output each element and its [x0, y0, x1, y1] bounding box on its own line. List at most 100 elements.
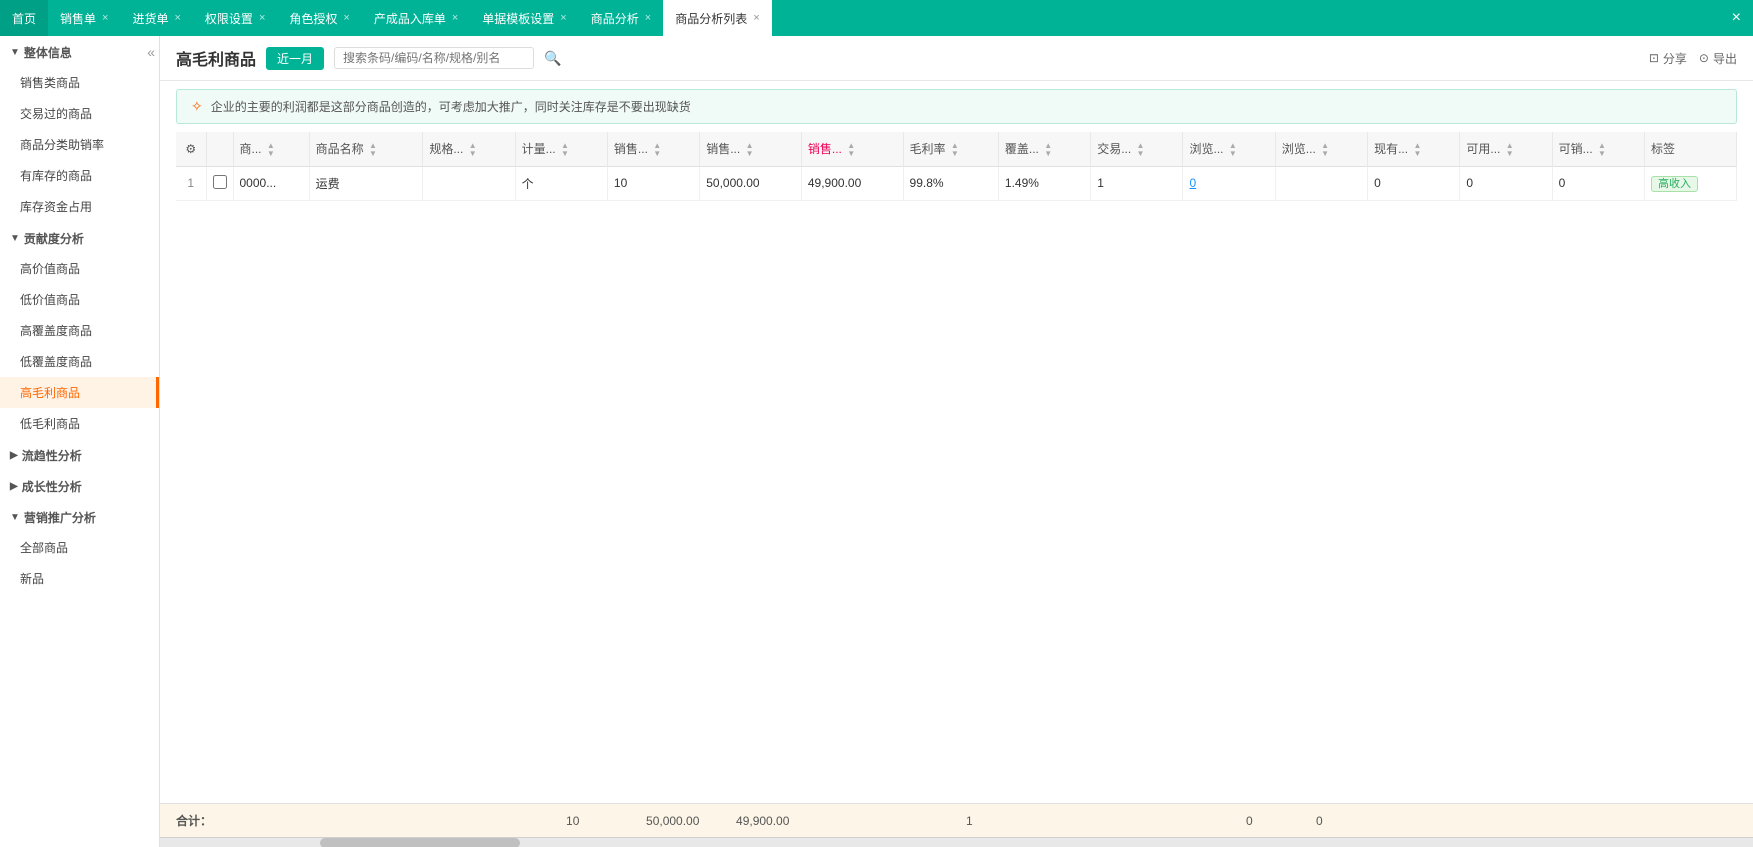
- sidebar-item-low-gross[interactable]: 低毛利商品: [0, 408, 159, 439]
- col-settings[interactable]: ⚙: [176, 132, 206, 166]
- col-coverage[interactable]: 覆盖... ▲▼: [998, 132, 1090, 166]
- nav-purchase[interactable]: 进货单 ×: [120, 0, 192, 36]
- row-stock: 0: [1368, 166, 1460, 200]
- content-area: 高毛利商品 近一月 🔍 ⊡ 分享 ⊙ 导出 ✧ 企业的主要的利润都是这部分商品创…: [160, 36, 1753, 847]
- col-name[interactable]: 商品名称 ▲▼: [309, 132, 423, 166]
- col-gross-margin[interactable]: 毛利率 ▲▼: [903, 132, 998, 166]
- nav-close-product-analysis-list[interactable]: ×: [753, 12, 759, 24]
- filter-recent-month-button[interactable]: 近一月: [266, 47, 324, 70]
- nav-close-template[interactable]: ×: [560, 12, 566, 24]
- export-button[interactable]: ⊙ 导出: [1699, 50, 1737, 67]
- sidebar-item-traded-goods[interactable]: 交易过的商品: [0, 98, 159, 129]
- sort-icon: ▲▼: [561, 142, 569, 158]
- col-code[interactable]: 商... ▲▼: [233, 132, 309, 166]
- share-button[interactable]: ⊡ 分享: [1649, 50, 1687, 67]
- sort-icon: ▲▼: [746, 142, 754, 158]
- footer-totals: 10 50,000.00 49,900.00 1 0 0: [220, 814, 1737, 828]
- col-views2[interactable]: 浏览... ▲▼: [1275, 132, 1367, 166]
- sidebar-item-all-goods[interactable]: 全部商品: [0, 532, 159, 563]
- col-saleable[interactable]: 可销... ▲▼: [1552, 132, 1644, 166]
- scrollbar-thumb[interactable]: [320, 838, 520, 847]
- sort-icon: ▲▼: [1598, 142, 1606, 158]
- nav-sales[interactable]: 销售单 ×: [48, 0, 120, 36]
- nav-close-roles[interactable]: ×: [343, 12, 349, 24]
- sidebar-item-high-coverage[interactable]: 高覆盖度商品: [0, 315, 159, 346]
- col-sale-profit[interactable]: 销售... ▲▼: [801, 132, 903, 166]
- nav-home[interactable]: 首页: [0, 0, 48, 36]
- col-available[interactable]: 可用... ▲▼: [1460, 132, 1552, 166]
- arrow-icon: ▼: [10, 47, 20, 58]
- header-actions: ⊡ 分享 ⊙ 导出: [1649, 50, 1737, 67]
- sidebar-item-high-value[interactable]: 高价值商品: [0, 253, 159, 284]
- sort-icon: ▲▼: [653, 142, 661, 158]
- search-input[interactable]: [334, 47, 534, 69]
- nav-close-product-inbound[interactable]: ×: [452, 12, 458, 24]
- col-transactions[interactable]: 交易... ▲▼: [1091, 132, 1183, 166]
- nav-close-all-button[interactable]: ×: [1720, 9, 1753, 27]
- nav-close-product-analysis[interactable]: ×: [645, 12, 651, 24]
- page-title: 高毛利商品: [176, 46, 256, 70]
- col-stock[interactable]: 现有... ▲▼: [1368, 132, 1460, 166]
- sidebar-group-growth[interactable]: ▶ 成长性分析: [0, 470, 159, 501]
- col-sale-amt[interactable]: 销售... ▲▼: [700, 132, 802, 166]
- sort-icon: ▲▼: [1413, 142, 1421, 158]
- sidebar-item-low-coverage[interactable]: 低覆盖度商品: [0, 346, 159, 377]
- sort-icon: ▲▼: [1137, 142, 1145, 158]
- sidebar-item-new-goods[interactable]: 新品: [0, 563, 159, 594]
- sidebar: « ▼ 整体信息 销售类商品 交易过的商品 商品分类助销率 有库存的商品 库存资…: [0, 36, 160, 847]
- nav-product-inbound[interactable]: 产成品入库单 ×: [362, 0, 470, 36]
- nav-permissions[interactable]: 权限设置 ×: [193, 0, 277, 36]
- sidebar-item-high-gross[interactable]: 高毛利商品: [0, 377, 159, 408]
- row-gross-margin: 99.8%: [903, 166, 998, 200]
- col-sale-qty[interactable]: 销售... ▲▼: [607, 132, 699, 166]
- sidebar-item-stock-fund[interactable]: 库存资金占用: [0, 191, 159, 222]
- row-sale-qty: 10: [607, 166, 699, 200]
- col-unit[interactable]: 计量... ▲▼: [515, 132, 607, 166]
- sidebar-group-trend[interactable]: ▶ 流趋性分析: [0, 439, 159, 470]
- footer-available: 0: [1240, 814, 1310, 828]
- arrow-icon: ▶: [10, 481, 18, 492]
- footer-sale-profit: 49,900.00: [730, 814, 820, 828]
- col-spec[interactable]: 规格... ▲▼: [423, 132, 515, 166]
- arrow-icon: ▼: [10, 512, 20, 523]
- footer-sale-qty: 10: [560, 814, 640, 828]
- sort-icon: ▲▼: [469, 142, 477, 158]
- col-tag: 标签: [1644, 132, 1736, 166]
- sidebar-item-category-rate[interactable]: 商品分类助销率: [0, 129, 159, 160]
- sidebar-collapse-button[interactable]: «: [147, 44, 155, 60]
- sort-icon: ▲▼: [951, 142, 959, 158]
- nav-template[interactable]: 单据模板设置 ×: [470, 0, 578, 36]
- nav-close-permissions[interactable]: ×: [259, 12, 265, 24]
- sidebar-item-in-stock[interactable]: 有库存的商品: [0, 160, 159, 191]
- info-banner: ✧ 企业的主要的利润都是这部分商品创造的，可考虑加大推广，同时关注库存是不要出现…: [176, 89, 1737, 124]
- nav-roles[interactable]: 角色授权 ×: [277, 0, 361, 36]
- footer-bar: 合计： 10 50,000.00 49,900.00 1 0 0: [160, 803, 1753, 837]
- top-navigation: 首页 销售单 × 进货单 × 权限设置 × 角色授权 × 产成品入库单 × 单据…: [0, 0, 1753, 36]
- nav-product-analysis[interactable]: 商品分析 ×: [579, 0, 663, 36]
- nav-close-sales[interactable]: ×: [102, 12, 108, 24]
- sidebar-group-contribution[interactable]: ▼ 贡献度分析: [0, 222, 159, 253]
- sidebar-item-low-value[interactable]: 低价值商品: [0, 284, 159, 315]
- sidebar-item-sales-goods[interactable]: 销售类商品: [0, 67, 159, 98]
- sort-icon: ▲▼: [1229, 142, 1237, 158]
- row-checkbox[interactable]: [213, 175, 227, 189]
- sort-icon: ▲▼: [1506, 142, 1514, 158]
- row-index: 1: [176, 166, 206, 200]
- row-views1[interactable]: 0: [1183, 166, 1275, 200]
- search-button[interactable]: 🔍: [544, 50, 561, 67]
- main-layout: « ▼ 整体信息 销售类商品 交易过的商品 商品分类助销率 有库存的商品 库存资…: [0, 36, 1753, 847]
- table-header-row: ⚙ 商... ▲▼ 商品名称 ▲▼ 规格... ▲▼: [176, 132, 1737, 166]
- nav-close-purchase[interactable]: ×: [174, 12, 180, 24]
- horizontal-scrollbar[interactable]: [160, 837, 1753, 847]
- share-icon: ⊡: [1649, 51, 1659, 65]
- sidebar-group-marketing[interactable]: ▼ 营销推广分析: [0, 501, 159, 532]
- sort-icon: ▲▼: [1321, 142, 1329, 158]
- row-sale-profit: 49,900.00: [801, 166, 903, 200]
- col-views1[interactable]: 浏览... ▲▼: [1183, 132, 1275, 166]
- row-saleable: 0: [1552, 166, 1644, 200]
- nav-product-analysis-list[interactable]: 商品分析列表 ×: [663, 0, 771, 36]
- sidebar-group-overall[interactable]: ▼ 整体信息: [0, 36, 159, 67]
- row-views2: [1275, 166, 1367, 200]
- row-checkbox-cell[interactable]: [206, 166, 233, 200]
- footer-saleable: 0: [1310, 814, 1380, 828]
